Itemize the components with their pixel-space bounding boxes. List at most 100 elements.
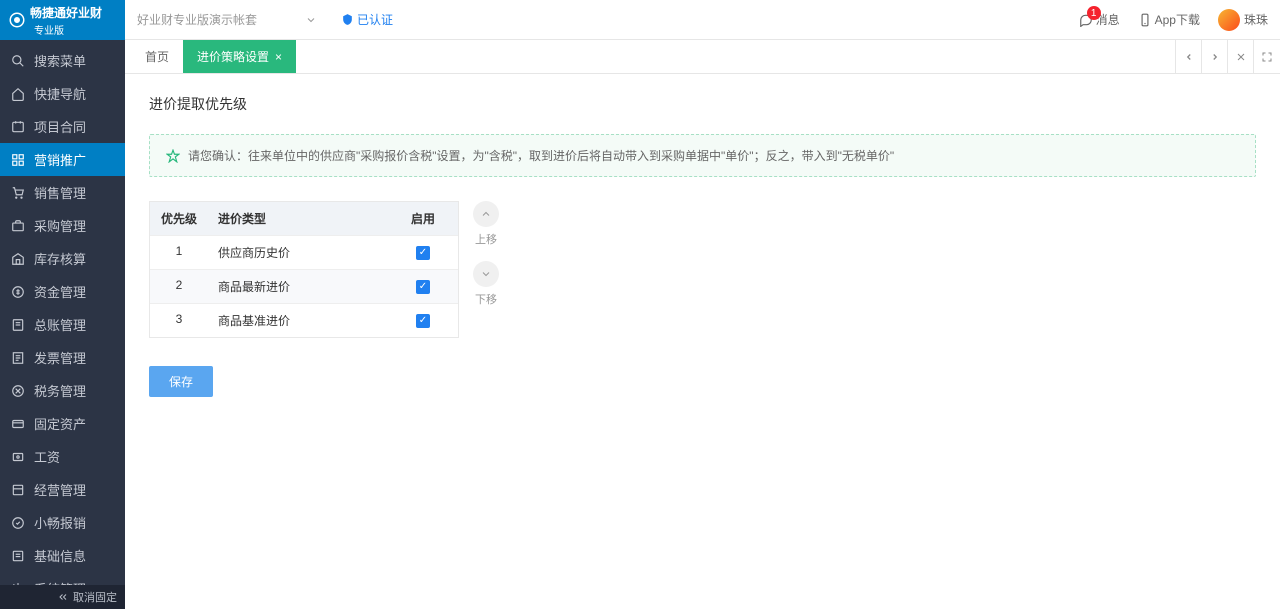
header-enable: 启用 — [388, 202, 458, 235]
sidebar-item-project[interactable]: 项目合同 — [0, 110, 125, 143]
sidebar-item-operations[interactable]: 经营管理 — [0, 473, 125, 506]
header-type: 进价类型 — [208, 202, 388, 235]
tab-close-all-button[interactable] — [1228, 40, 1254, 73]
cell-priority: 3 — [150, 304, 208, 337]
sidebar-label: 小畅报销 — [34, 513, 86, 532]
folder-icon — [10, 119, 26, 135]
sidebar-item-purchase[interactable]: 采购管理 — [0, 209, 125, 242]
enable-checkbox[interactable]: ✓ — [416, 280, 430, 294]
download-button[interactable]: App下载 — [1138, 11, 1200, 28]
tab-home[interactable]: 首页 — [131, 40, 183, 73]
main: 好业财专业版演示帐套 已认证 消息 1 App下载 — [125, 0, 1280, 609]
shield-icon — [341, 13, 354, 26]
cell-type: 供应商历史价 — [208, 236, 388, 269]
header-priority: 优先级 — [150, 202, 208, 235]
manage-icon — [10, 482, 26, 498]
home-icon — [10, 86, 26, 102]
tab-label: 首页 — [145, 48, 169, 65]
invoice-icon — [10, 350, 26, 366]
sidebar-item-basicinfo[interactable]: 基础信息 — [0, 539, 125, 572]
sidebar-label: 固定资产 — [34, 414, 86, 433]
save-button[interactable]: 保存 — [149, 366, 213, 397]
salary-icon — [10, 449, 26, 465]
brand-icon — [8, 11, 26, 29]
account-select[interactable]: 好业财专业版演示帐套 — [137, 11, 317, 28]
cell-type: 商品最新进价 — [208, 270, 388, 303]
sidebar-item-reimburse[interactable]: 小畅报销 — [0, 506, 125, 539]
sidebar-item-sales[interactable]: 销售管理 — [0, 176, 125, 209]
sidebar-label: 发票管理 — [34, 348, 86, 367]
cell-priority: 2 — [150, 270, 208, 303]
sidebar-item-quicknav[interactable]: 快捷导航 — [0, 77, 125, 110]
user-menu[interactable]: 珠珠 — [1218, 9, 1268, 31]
sidebar-label: 税务管理 — [34, 381, 86, 400]
brand-name: 畅捷通好业财 — [30, 4, 102, 21]
download-label: App下载 — [1155, 11, 1200, 28]
sidebar-item-ledger[interactable]: 总账管理 — [0, 308, 125, 341]
brand-logo: 畅捷通好业财 专业版 — [0, 0, 125, 40]
tab-next-button[interactable] — [1202, 40, 1228, 73]
message-button[interactable]: 消息 1 — [1079, 11, 1120, 28]
sidebar: 畅捷通好业财 专业版 搜索菜单 快捷导航 项目合同 营销推广 销售管理 采购管理… — [0, 0, 125, 609]
enable-checkbox[interactable]: ✓ — [416, 314, 430, 328]
topbar: 好业财专业版演示帐套 已认证 消息 1 App下载 — [125, 0, 1280, 40]
sidebar-item-inventory[interactable]: 库存核算 — [0, 242, 125, 275]
tab-label: 进价策略设置 — [197, 48, 269, 65]
cell-type: 商品基准进价 — [208, 304, 388, 337]
chevron-down-icon — [305, 14, 317, 26]
sidebar-label: 库存核算 — [34, 249, 86, 268]
page-title: 进价提取优先级 — [149, 94, 1256, 114]
avatar — [1218, 9, 1240, 31]
move-down-button[interactable] — [473, 261, 499, 287]
asset-icon — [10, 416, 26, 432]
tabs-row: 首页 进价策略设置 × — [125, 40, 1280, 74]
move-down-label: 下移 — [475, 291, 497, 307]
verified-badge: 已认证 — [341, 11, 393, 28]
tax-icon — [10, 383, 26, 399]
sidebar-item-tax[interactable]: 税务管理 — [0, 374, 125, 407]
sidebar-item-assets[interactable]: 固定资产 — [0, 407, 125, 440]
sidebar-item-salary[interactable]: 工资 — [0, 440, 125, 473]
sidebar-item-funds[interactable]: 资金管理 — [0, 275, 125, 308]
move-up-button[interactable] — [473, 201, 499, 227]
sidebar-label: 项目合同 — [34, 117, 86, 136]
grid-icon — [10, 152, 26, 168]
sidebar-item-invoice[interactable]: 发票管理 — [0, 341, 125, 374]
ledger-icon — [10, 317, 26, 333]
sidebar-item-marketing[interactable]: 营销推广 — [0, 143, 125, 176]
sidebar-footer-label: 取消固定 — [73, 589, 117, 605]
tab-prev-button[interactable] — [1176, 40, 1202, 73]
fullscreen-button[interactable] — [1254, 40, 1280, 73]
content: 进价提取优先级 请您确认：往来单位中的供应商"采购报价含税"设置，为"含税"，取… — [125, 74, 1280, 609]
sidebar-label: 快捷导航 — [34, 84, 86, 103]
sidebar-label: 采购管理 — [34, 216, 86, 235]
sidebar-item-search[interactable]: 搜索菜单 — [0, 44, 125, 77]
sidebar-label: 经营管理 — [34, 480, 86, 499]
tab-price-strategy[interactable]: 进价策略设置 × — [183, 40, 296, 73]
search-icon — [10, 53, 26, 69]
message-badge: 1 — [1087, 6, 1101, 20]
close-icon[interactable]: × — [275, 50, 282, 64]
table-row[interactable]: 2 商品最新进价 ✓ — [150, 269, 458, 303]
info-icon — [10, 548, 26, 564]
box-icon — [10, 218, 26, 234]
alert-icon — [166, 149, 180, 163]
table-header: 优先级 进价类型 启用 — [150, 202, 458, 235]
alert-text: 请您确认：往来单位中的供应商"采购报价含税"设置，为"含税"，取到进价后将自动带… — [188, 147, 894, 164]
sidebar-menu: 搜索菜单 快捷导航 项目合同 营销推广 销售管理 采购管理 库存核算 资金管理 … — [0, 40, 125, 585]
move-controls: 上移 下移 — [473, 201, 499, 317]
money-icon — [10, 284, 26, 300]
sidebar-label: 搜索菜单 — [34, 51, 86, 70]
table-row[interactable]: 3 商品基准进价 ✓ — [150, 303, 458, 337]
alert: 请您确认：往来单位中的供应商"采购报价含税"设置，为"含税"，取到进价后将自动带… — [149, 134, 1256, 177]
sidebar-item-system[interactable]: 系统管理 — [0, 572, 125, 585]
sidebar-pin-toggle[interactable]: 取消固定 — [0, 585, 125, 609]
verified-label: 已认证 — [357, 11, 393, 28]
move-up-label: 上移 — [475, 231, 497, 247]
enable-checkbox[interactable]: ✓ — [416, 246, 430, 260]
sidebar-label: 总账管理 — [34, 315, 86, 334]
pin-icon — [57, 591, 69, 603]
table-row[interactable]: 1 供应商历史价 ✓ — [150, 235, 458, 269]
account-name: 好业财专业版演示帐套 — [137, 11, 257, 28]
cart-icon — [10, 185, 26, 201]
